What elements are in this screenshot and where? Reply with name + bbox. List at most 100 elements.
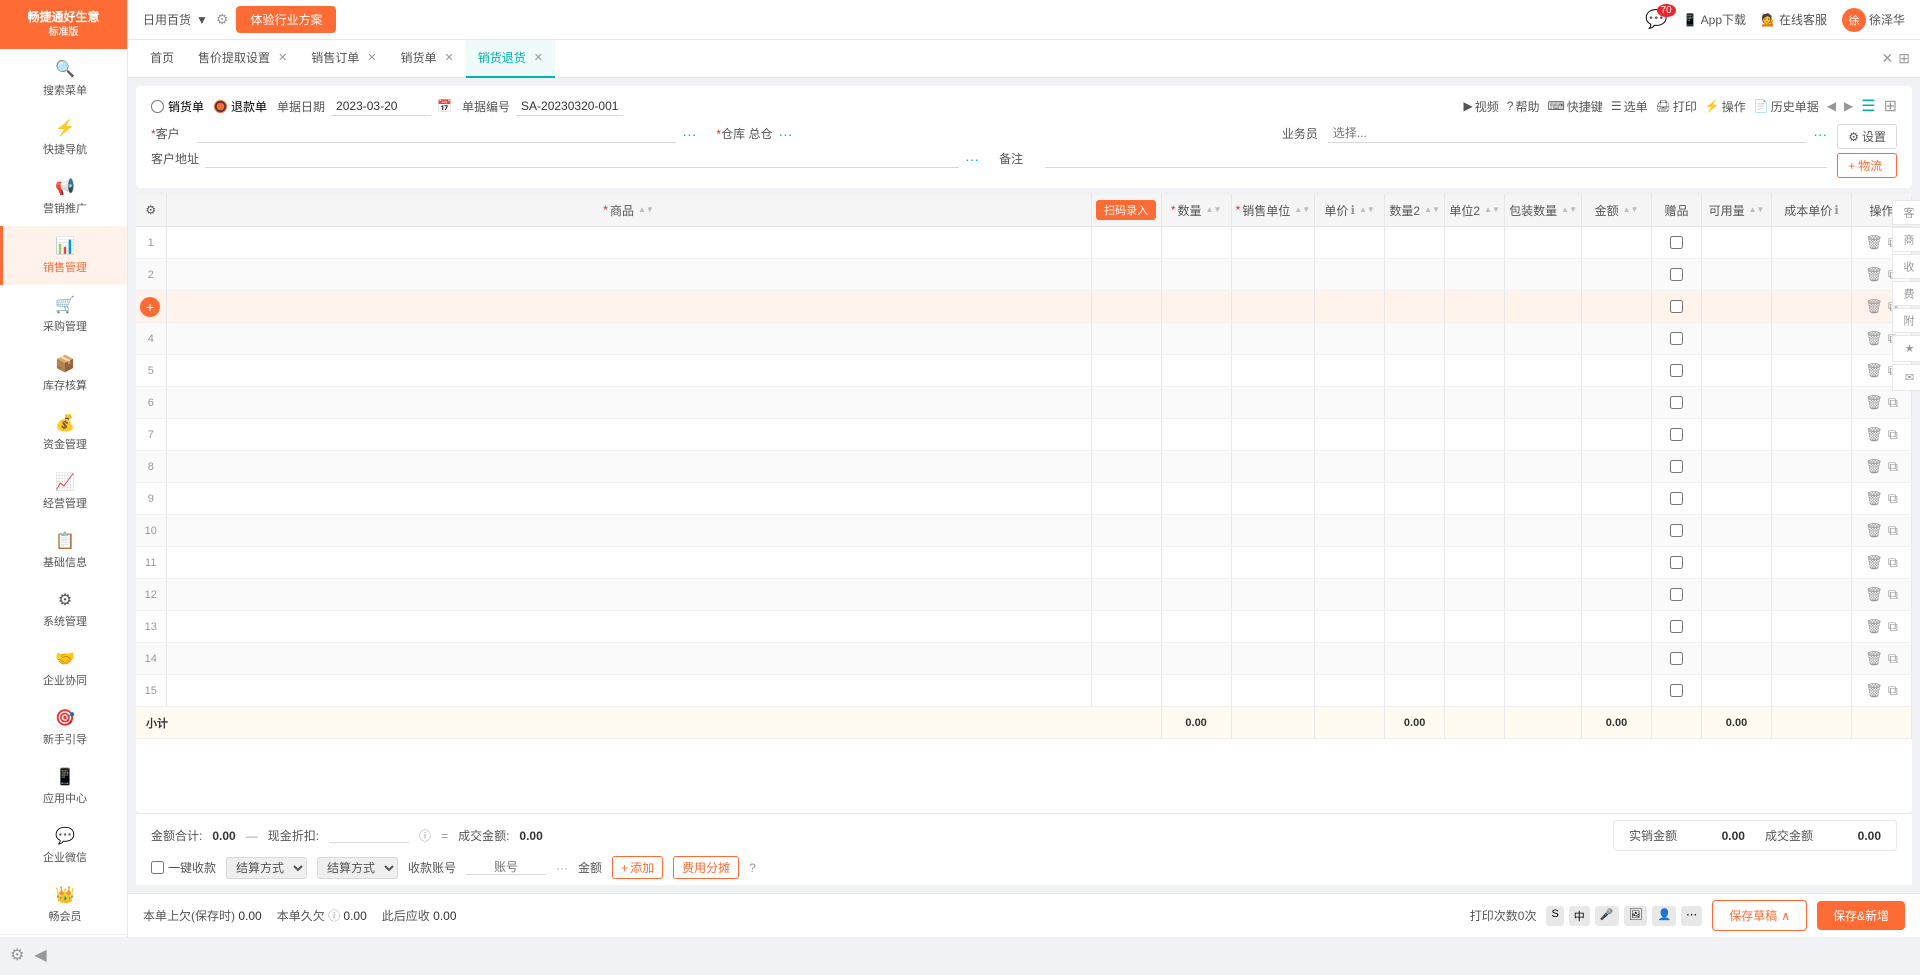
topbar-gear-icon[interactable]: ⚙: [216, 11, 229, 28]
cell-qty-1[interactable]: [1161, 227, 1231, 259]
cell-cost-1[interactable]: [1772, 227, 1852, 259]
cell-qty-8[interactable]: [1161, 451, 1231, 483]
account-input[interactable]: [466, 860, 546, 875]
cell-pkg-7[interactable]: [1505, 419, 1582, 451]
cell-cost-14[interactable]: [1772, 643, 1852, 675]
cell-pkg-8[interactable]: [1505, 451, 1582, 483]
delete-row-1[interactable]: 🗑: [1865, 234, 1883, 251]
delete-row-14[interactable]: 🗑: [1865, 650, 1883, 667]
cell-amount-8[interactable]: [1582, 451, 1652, 483]
cell-unit-price-8[interactable]: [1315, 451, 1385, 483]
cell-cost-15[interactable]: [1772, 675, 1852, 707]
delete-row-6[interactable]: 🗑: [1865, 394, 1883, 411]
remark-input[interactable]: [1045, 149, 1827, 168]
cell-gift-8[interactable]: [1652, 451, 1702, 483]
cell-cost-9[interactable]: [1772, 483, 1852, 515]
cell-cost-2[interactable]: [1772, 259, 1852, 291]
cell-available-15[interactable]: [1702, 675, 1772, 707]
sidebar-item-wechat[interactable]: 💬企业微信: [0, 816, 127, 875]
cell-product-4[interactable]: [166, 323, 1091, 355]
online-service-link[interactable]: 💁 在线客服: [1761, 11, 1827, 28]
pkg-sort-icon[interactable]: ▲▼: [1561, 206, 1577, 214]
cell-qty-12[interactable]: [1161, 579, 1231, 611]
copy-row-7[interactable]: ⧉: [1888, 426, 1898, 443]
cell-unit2-14[interactable]: [1445, 643, 1505, 675]
cell-unit2-15[interactable]: [1445, 675, 1505, 707]
cell-amount-5[interactable]: [1582, 355, 1652, 387]
cell-unit2-12[interactable]: [1445, 579, 1505, 611]
ime-user-icon[interactable]: 👤: [1652, 906, 1676, 926]
product-input-3[interactable]: [171, 301, 1087, 313]
gift-cb-12[interactable]: [1656, 588, 1697, 601]
cell-unit2-13[interactable]: [1445, 611, 1505, 643]
right-tool-rt2[interactable]: 商: [1892, 227, 1920, 252]
calendar-icon[interactable]: 📅: [437, 99, 452, 113]
cell-product-5[interactable]: [166, 355, 1091, 387]
cell-available-13[interactable]: [1702, 611, 1772, 643]
history-btn[interactable]: 📄历史单据: [1754, 98, 1819, 115]
cell-unit-price-9[interactable]: [1315, 483, 1385, 515]
cell-pkg-14[interactable]: [1505, 643, 1582, 675]
settlement-method-select[interactable]: 结算方式: [226, 857, 307, 879]
cell-product-14[interactable]: [166, 643, 1091, 675]
fee-split-info-icon[interactable]: ?: [749, 861, 756, 875]
one-key-collect-checkbox[interactable]: 一键收款: [151, 859, 216, 876]
sale-unit-sort-icon[interactable]: ▲▼: [1294, 206, 1310, 214]
cell-cost-5[interactable]: [1772, 355, 1852, 387]
cell-cost-7[interactable]: [1772, 419, 1852, 451]
account-dots-btn[interactable]: ···: [556, 861, 568, 875]
copy-row-9[interactable]: ⧉: [1888, 490, 1898, 507]
cell-cost-11[interactable]: [1772, 547, 1852, 579]
cell-sale-unit-10[interactable]: [1231, 515, 1315, 547]
delete-row-9[interactable]: 🗑: [1865, 490, 1883, 507]
cell-product-7[interactable]: [166, 419, 1091, 451]
tab-3[interactable]: 销货单✕: [388, 40, 465, 78]
right-tool-rt7[interactable]: ✉: [1892, 364, 1920, 391]
cell-available-8[interactable]: [1702, 451, 1772, 483]
sidebar-item-sales[interactable]: 📊销售管理: [0, 226, 127, 285]
cell-unit2-8[interactable]: [1445, 451, 1505, 483]
cell-amount-14[interactable]: [1582, 643, 1652, 675]
delete-row-7[interactable]: 🗑: [1865, 426, 1883, 443]
cell-product-1[interactable]: [166, 227, 1091, 259]
cell-sale-unit-5[interactable]: [1231, 355, 1315, 387]
cell-gift-3[interactable]: [1652, 291, 1702, 323]
cell-unit2-5[interactable]: [1445, 355, 1505, 387]
cell-pkg-5[interactable]: [1505, 355, 1582, 387]
sidebar-item-search[interactable]: 🔍搜索菜单: [0, 49, 127, 108]
sidebar-item-enterprise[interactable]: 🤝企业协同: [0, 639, 127, 698]
gift-cb-10[interactable]: [1656, 524, 1697, 537]
tab-0[interactable]: 首页: [138, 40, 186, 78]
scan-input-btn[interactable]: 扫码录入: [1096, 200, 1156, 220]
cell-unit2-7[interactable]: [1445, 419, 1505, 451]
cell-sale-unit-6[interactable]: [1231, 387, 1315, 419]
sidebar-item-system[interactable]: ⚙系统管理: [0, 580, 127, 639]
sidebar-item-purchase[interactable]: 🛒采购管理: [0, 285, 127, 344]
cell-gift-13[interactable]: [1652, 611, 1702, 643]
cell-pkg-13[interactable]: [1505, 611, 1582, 643]
copy-row-11[interactable]: ⧉: [1888, 554, 1898, 571]
table-scroll[interactable]: ⚙ *商品▲▼ 扫码录入 *数量▲▼ *销售单位▲▼: [136, 194, 1912, 813]
view-grid-icon[interactable]: ⊞: [1884, 96, 1897, 116]
cell-available-4[interactable]: [1702, 323, 1772, 355]
sidebar-settings-icon[interactable]: ⚙: [10, 945, 24, 965]
tab-close-1[interactable]: ✕: [278, 51, 287, 64]
maximize-tab-btn[interactable]: ⊞: [1898, 50, 1910, 67]
cell-unit-price-14[interactable]: [1315, 643, 1385, 675]
cell-qty2-15[interactable]: [1385, 675, 1445, 707]
cell-product-11[interactable]: [166, 547, 1091, 579]
cell-sale-unit-3[interactable]: [1231, 291, 1315, 323]
cell-amount-3[interactable]: [1582, 291, 1652, 323]
unit2-sort-icon[interactable]: ▲▼: [1484, 206, 1500, 214]
cell-product-13[interactable]: [166, 611, 1091, 643]
cell-pkg-3[interactable]: [1505, 291, 1582, 323]
cell-gift-4[interactable]: [1652, 323, 1702, 355]
cell-qty-3[interactable]: [1161, 291, 1231, 323]
cell-amount-1[interactable]: [1582, 227, 1652, 259]
cell-sale-unit-8[interactable]: [1231, 451, 1315, 483]
fee-split-btn[interactable]: 费用分摊: [673, 856, 739, 879]
cell-gift-5[interactable]: [1652, 355, 1702, 387]
cell-pkg-4[interactable]: [1505, 323, 1582, 355]
cell-unit-price-12[interactable]: [1315, 579, 1385, 611]
ime-s-icon[interactable]: S: [1546, 906, 1563, 926]
